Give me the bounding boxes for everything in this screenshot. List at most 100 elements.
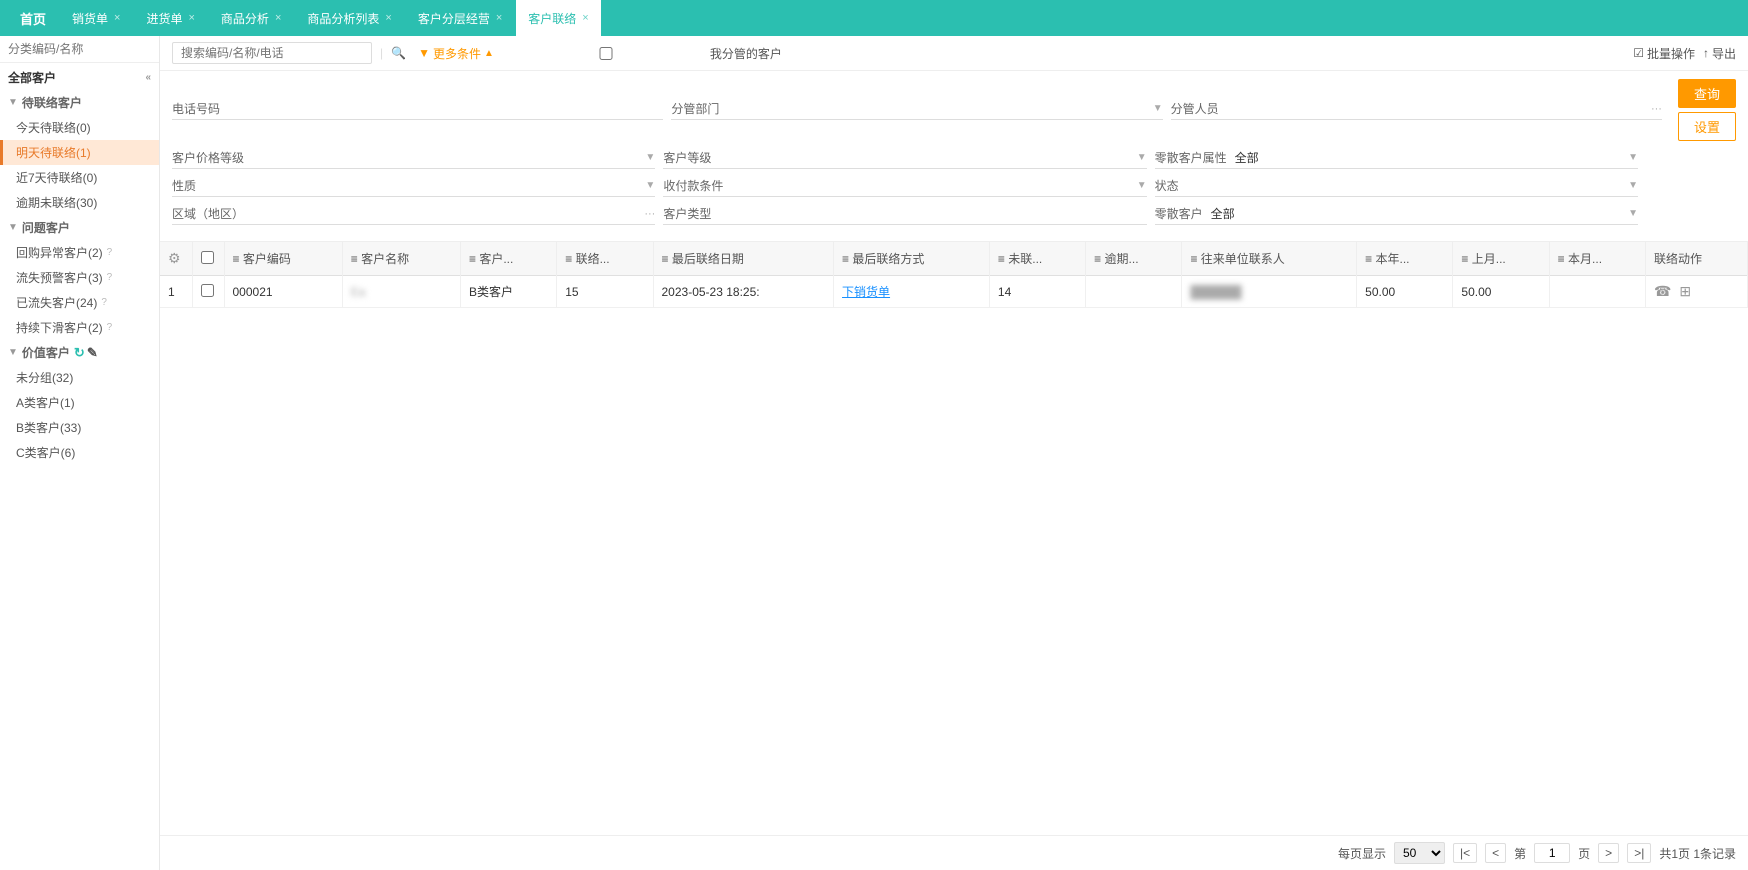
close-product-analysis-list-icon[interactable]: × (385, 12, 391, 24)
nav-sales[interactable]: 销货单 × (60, 0, 132, 36)
export-btn[interactable]: ↑ 导出 (1703, 45, 1736, 62)
filter-status-arrow[interactable]: ▼ (1628, 180, 1638, 191)
nav-customer-contact[interactable]: 客户联络 × (516, 0, 600, 36)
last-page-btn[interactable]: >| (1627, 843, 1651, 863)
edit-value-icon[interactable]: ✎ (87, 345, 98, 361)
chevron-up-icon: ▲ (484, 48, 494, 59)
filter-retail-attr-label: 零散客户属性 (1155, 149, 1227, 166)
top-actions: ☑ 批量操作 ↑ 导出 (1633, 45, 1736, 62)
search-input[interactable] (172, 42, 372, 64)
col-last-contact-date[interactable]: ≡ 最后联络日期 (653, 242, 834, 276)
filter-person-label: 分管人员 (1171, 100, 1219, 117)
col-this-year[interactable]: ≡ 本年... (1357, 242, 1453, 276)
row-checkbox[interactable] (192, 276, 224, 308)
group-pending-contact[interactable]: ▼ 待联络客户 (0, 90, 159, 115)
page-input[interactable] (1534, 843, 1570, 863)
filter-retail-attr-value: 全部 (1235, 149, 1628, 166)
sidebar-item-today[interactable]: 今天待联络(0) (0, 115, 159, 140)
help-icon-churn-warning[interactable]: ? (107, 272, 113, 283)
table-header-row: ⚙ ≡ 客户编码 ≡ 客户名称 ≡ 客户... ≡ 联络... ≡ 最后联络日期… (160, 242, 1748, 276)
col-type[interactable]: ≡ 客户... (460, 242, 556, 276)
filter-customer-type: 客户类型 (663, 205, 1146, 225)
query-btn[interactable]: 查询 (1678, 79, 1736, 108)
group-value-customers[interactable]: ▼ 价值客户 ↻ ✎ (0, 340, 159, 365)
help-icon-abnormal[interactable]: ? (107, 247, 113, 258)
filter-row-1: 电话号码 分管部门 ▼ 分管人员 ··· 查询 设置 (172, 79, 1736, 141)
sidebar-item-declining-label: 持续下滑客户(2) (16, 319, 103, 336)
filter-price-grade-arrow[interactable]: ▼ (645, 152, 655, 163)
filter-dept: 分管部门 ▼ (671, 100, 1162, 120)
next-page-btn[interactable]: > (1598, 843, 1619, 863)
col-last-month[interactable]: ≡ 上月... (1453, 242, 1549, 276)
col-this-month[interactable]: ≡ 本月... (1549, 242, 1645, 276)
more-conditions-btn[interactable]: ▼ 更多条件 ▲ (414, 43, 498, 64)
filter-nature-arrow[interactable]: ▼ (645, 180, 655, 191)
sidebar-item-declining[interactable]: 持续下滑客户(2) ? (0, 315, 159, 340)
col-name[interactable]: ≡ 客户名称 (342, 242, 460, 276)
filter-dept-arrow[interactable]: ▼ (1153, 103, 1163, 114)
refresh-value-icon[interactable]: ↻ (74, 345, 85, 361)
filter-price-grade-label: 客户价格等级 (172, 149, 244, 166)
nav-product-analysis-list[interactable]: 商品分析列表 × (295, 0, 403, 36)
close-customer-tier-icon[interactable]: × (496, 12, 502, 24)
col-last-contact-method[interactable]: ≡ 最后联络方式 (834, 242, 990, 276)
sidebar-search-input[interactable] (8, 42, 160, 56)
settings-btn[interactable]: 设置 (1678, 112, 1736, 141)
filter-retail-attr-arrow[interactable]: ▼ (1628, 152, 1638, 163)
sidebar-item-grade-c[interactable]: C类客户(6) (0, 440, 159, 465)
row-last-contact-method[interactable]: 下销货单 (834, 276, 990, 308)
filter-row-3: 性质 ▼ 收付款条件 ▼ 状态 ▼ (172, 177, 1736, 197)
last-contact-link[interactable]: 下销货单 (842, 285, 890, 299)
filter-person-more[interactable]: ··· (1651, 103, 1662, 115)
select-all-checkbox[interactable] (201, 251, 214, 264)
help-icon-churned[interactable]: ? (101, 297, 107, 308)
help-icon-declining[interactable]: ? (107, 322, 113, 333)
filter-customer-grade-arrow[interactable]: ▼ (1137, 152, 1147, 163)
filter-region-more[interactable]: ··· (644, 208, 655, 220)
col-checkbox[interactable] (192, 242, 224, 276)
action-grid-icon[interactable]: ⊞ (1679, 283, 1691, 300)
group-label-3: 价值客户 (22, 344, 70, 361)
nav-product-analysis[interactable]: 商品分析 × (209, 0, 293, 36)
col-contact-person[interactable]: ≡ 往来单位联系人 (1182, 242, 1357, 276)
sidebar-item-churned[interactable]: 已流失客户(24) ? (0, 290, 159, 315)
search-icon[interactable]: 🔍 (391, 46, 406, 60)
col-gear[interactable]: ⚙ (160, 242, 192, 276)
action-phone-icon[interactable]: ☎ (1654, 283, 1671, 300)
first-page-btn[interactable]: |< (1453, 843, 1477, 863)
all-customers-header[interactable]: 全部客户 « (0, 63, 159, 90)
pagination: 每页显示 50 100 200 |< < 第 页 > >| 共1页 1条记录 (160, 835, 1748, 870)
sidebar-item-tomorrow[interactable]: 明天待联络(1) (0, 140, 159, 165)
per-page-select[interactable]: 50 100 200 (1394, 842, 1445, 864)
col-code[interactable]: ≡ 客户编码 (224, 242, 342, 276)
prev-page-btn[interactable]: < (1485, 843, 1506, 863)
sidebar-item-abnormal[interactable]: 回购异常客户(2) ? (0, 240, 159, 265)
filter-region: 区域（地区） ··· (172, 205, 655, 225)
nav-purchase[interactable]: 进货单 × (134, 0, 206, 36)
batch-op-btn[interactable]: ☑ 批量操作 (1633, 45, 1695, 62)
sidebar-item-grade-a[interactable]: A类客户(1) (0, 390, 159, 415)
close-sales-icon[interactable]: × (114, 12, 120, 24)
sidebar-item-7days[interactable]: 近7天待联络(0) (0, 165, 159, 190)
close-purchase-icon[interactable]: × (188, 12, 194, 24)
filter-retail-customer-arrow[interactable]: ▼ (1628, 208, 1638, 219)
close-product-analysis-icon[interactable]: × (275, 12, 281, 24)
group-problem-customers[interactable]: ▼ 问题客户 (0, 215, 159, 240)
sidebar-item-ungrouped[interactable]: 未分组(32) (0, 365, 159, 390)
nav-home[interactable]: 首页 (8, 0, 58, 36)
close-customer-contact-icon[interactable]: × (582, 12, 588, 24)
my-customers-checkbox[interactable] (506, 47, 706, 60)
search-divider: | (380, 46, 383, 60)
nav-customer-tier[interactable]: 客户分层经营 × (406, 0, 514, 36)
sidebar-item-churn-warning[interactable]: 流失预警客户(3) ? (0, 265, 159, 290)
sidebar: 🔍 全部客户 « ▼ 待联络客户 今天待联络(0) 明天待联络(1) 近7天待联… (0, 36, 160, 870)
sidebar-item-grade-b[interactable]: B类客户(33) (0, 415, 159, 440)
gear-icon[interactable]: ⚙ (168, 250, 181, 266)
filter-payment-arrow[interactable]: ▼ (1137, 180, 1147, 191)
col-contact-count[interactable]: ≡ 联络... (557, 242, 653, 276)
sidebar-item-overdue[interactable]: 逾期未联络(30) (0, 190, 159, 215)
col-uncontact[interactable]: ≡ 未联... (989, 242, 1085, 276)
batch-op-icon: ☑ (1633, 46, 1644, 60)
filter-status: 状态 ▼ (1155, 177, 1638, 197)
col-overdue[interactable]: ≡ 逾期... (1086, 242, 1182, 276)
